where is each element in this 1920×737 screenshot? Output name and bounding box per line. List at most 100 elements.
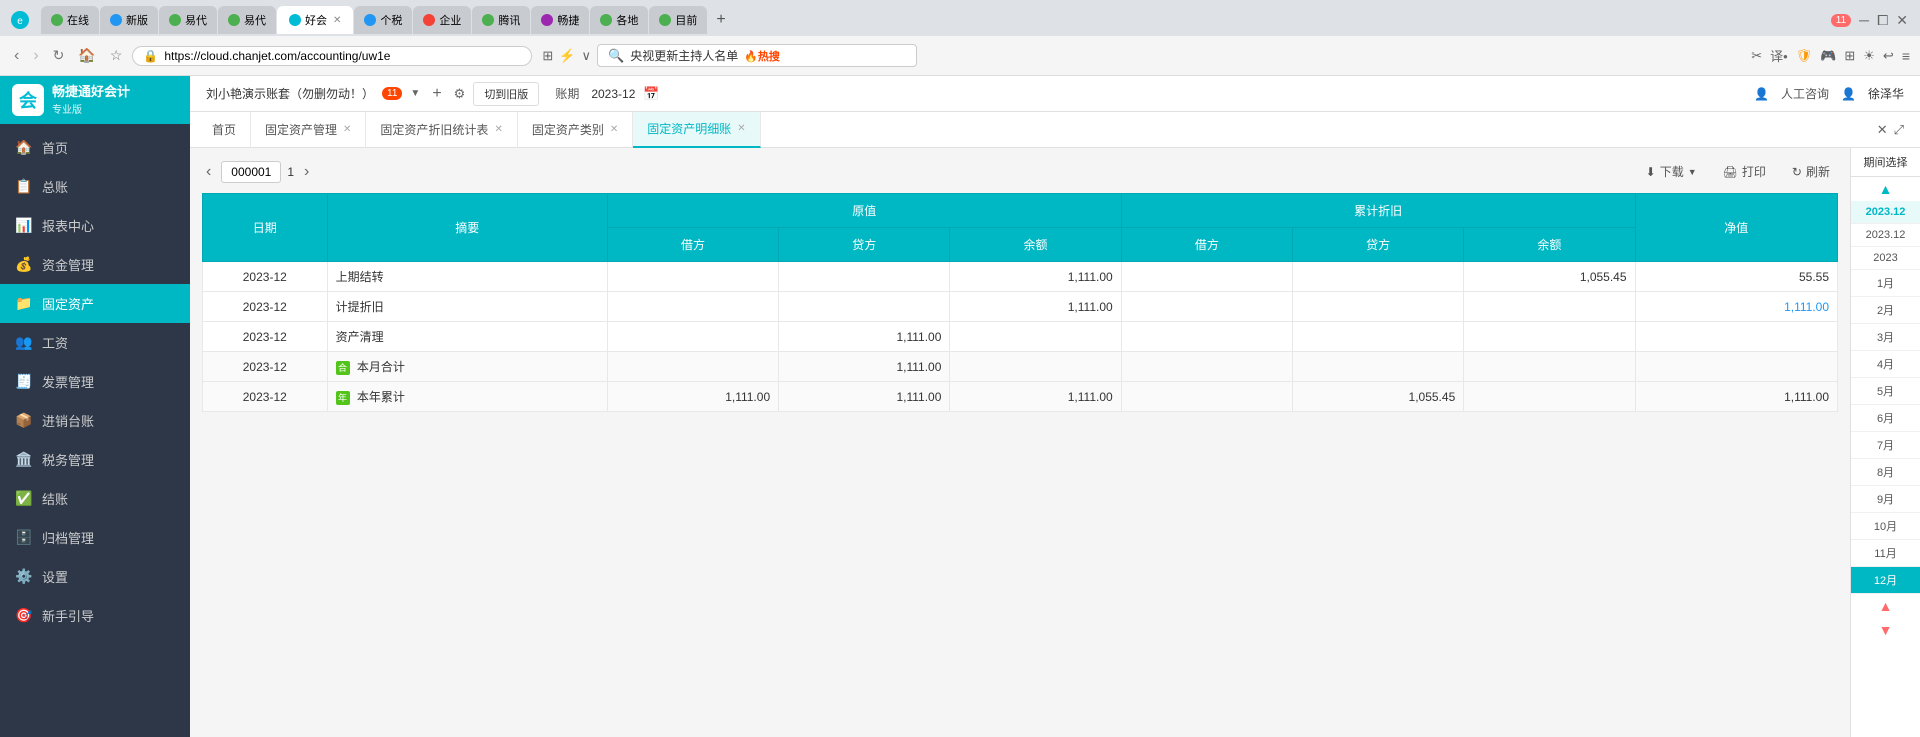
tab-close-icon[interactable]: ✕	[333, 15, 341, 26]
game-icon[interactable]: 🎮	[1820, 48, 1836, 64]
sidebar-item-settings[interactable]: ⚙️ 设置	[0, 557, 190, 596]
grid-icon[interactable]: ⊞	[1844, 48, 1855, 64]
nav-back-btn[interactable]: ‹	[10, 47, 23, 65]
browser-tab-gedi[interactable]: 各地	[590, 6, 648, 34]
sidebar-item-general-ledger[interactable]: 📋 总账	[0, 167, 190, 206]
browser-tab-qiye[interactable]: 企业	[413, 6, 471, 34]
print-label: 打印	[1742, 163, 1766, 180]
period-label: 2月	[1877, 305, 1894, 317]
period-label: 7月	[1877, 440, 1894, 452]
period-item-2023[interactable]: 2023	[1851, 247, 1920, 270]
browser-tab-haohui[interactable]: 好会 ✕	[277, 6, 353, 34]
nav-home-btn[interactable]: 🏠	[74, 47, 99, 64]
tab-close-icon[interactable]: ✕	[494, 124, 502, 135]
settings-gear-icon[interactable]: ⚙	[454, 86, 466, 102]
sidebar-item-tax[interactable]: 🏛️ 税务管理	[0, 440, 190, 479]
calendar-icon[interactable]: 📅	[643, 86, 659, 102]
tab-close-icon[interactable]: ✕	[737, 123, 745, 134]
cell-summary: 资产清理	[327, 322, 607, 352]
shield-icon[interactable]: 🛡	[1796, 48, 1813, 64]
browser-tab-yidai1[interactable]: 易代	[159, 6, 217, 34]
next-page-btn[interactable]: ›	[300, 163, 313, 181]
browser-tab-geshui[interactable]: 个税	[354, 6, 412, 34]
tab-fixed-asset-mgmt[interactable]: 固定资产管理 ✕	[251, 112, 366, 148]
period-scroll-up2-btn[interactable]: ▲	[1851, 594, 1920, 618]
sidebar-item-settlement[interactable]: ✅ 结账	[0, 479, 190, 518]
sun-icon[interactable]: ☀	[1863, 48, 1875, 64]
period-item-dec[interactable]: 12月	[1851, 567, 1920, 594]
add-account-btn[interactable]: +	[428, 85, 445, 103]
user-name[interactable]: 徐泽华	[1868, 85, 1904, 102]
dropdown-icon[interactable]: ▼	[410, 88, 420, 99]
sidebar-item-fixed-assets[interactable]: 📁 固定资产	[0, 284, 190, 323]
browser-tab-tencent[interactable]: 腾讯	[472, 6, 530, 34]
nav-forward-btn[interactable]: ›	[29, 47, 42, 65]
window-close-btn[interactable]: ✕	[1896, 12, 1908, 29]
period-item-sep[interactable]: 9月	[1851, 486, 1920, 513]
sidebar-item-fund-mgmt[interactable]: 💰 资金管理	[0, 245, 190, 284]
sidebar-item-home[interactable]: 🏠 首页	[0, 128, 190, 167]
period-label: 8月	[1877, 467, 1894, 479]
sidebar-item-guide[interactable]: 🎯 新手引导	[0, 596, 190, 635]
tab-asset-ledger[interactable]: 固定资产明细账 ✕	[633, 112, 760, 148]
period-item-apr[interactable]: 4月	[1851, 351, 1920, 378]
tab-close-icon[interactable]: ✕	[610, 124, 618, 135]
address-input[interactable]	[164, 49, 521, 63]
print-btn[interactable]: 🖨 打印	[1715, 160, 1774, 183]
refresh-btn[interactable]: ↻ 刷新	[1784, 160, 1838, 183]
tax-icon: 🏛️	[16, 452, 32, 468]
tab-panel-maximize-btn[interactable]: ⤢	[1894, 122, 1904, 138]
tab-asset-category[interactable]: 固定资产类别 ✕	[518, 112, 633, 148]
browser-tab-zaixian[interactable]: 在线	[41, 6, 99, 34]
sidebar-item-purchase-sale[interactable]: 📦 进销台账	[0, 401, 190, 440]
period-item-nov[interactable]: 11月	[1851, 540, 1920, 567]
th-accumulated-depreciation: 累计折旧	[1121, 194, 1635, 228]
history-back-icon[interactable]: ↩	[1883, 48, 1894, 64]
cell-summary: 计提折旧	[327, 292, 607, 322]
tab-home[interactable]: 首页	[198, 112, 251, 148]
browser-tab-xinban[interactable]: 新版	[100, 6, 158, 34]
period-item-may[interactable]: 5月	[1851, 378, 1920, 405]
sidebar-item-payroll[interactable]: 👥 工资	[0, 323, 190, 362]
scissors-icon[interactable]: ✂	[1751, 48, 1762, 64]
summary-text: 资产清理	[336, 330, 384, 344]
period-item-mar[interactable]: 3月	[1851, 324, 1920, 351]
period-item-2023-12-sub[interactable]: 2023.12	[1851, 224, 1920, 247]
tab-depreciation-stats[interactable]: 固定资产折旧统计表 ✕	[366, 112, 517, 148]
period-item-oct[interactable]: 10月	[1851, 513, 1920, 540]
window-restore-btn[interactable]: ⧠	[1877, 12, 1888, 29]
new-tab-btn[interactable]: +	[708, 11, 733, 29]
browser-tab-changjie[interactable]: 畅捷	[531, 6, 589, 34]
tab-close-icon[interactable]: ✕	[343, 124, 351, 135]
th-net-value: 净值	[1635, 194, 1837, 262]
browser-tab-yidai2[interactable]: 易代	[218, 6, 276, 34]
sidebar-item-invoice[interactable]: 🧾 发票管理	[0, 362, 190, 401]
period-item-feb[interactable]: 2月	[1851, 297, 1920, 324]
period-item-aug[interactable]: 8月	[1851, 459, 1920, 486]
sidebar-item-reports[interactable]: 📊 报表中心	[0, 206, 190, 245]
period-item-2023-12-top[interactable]: 2023.12	[1851, 201, 1920, 224]
switch-version-btn[interactable]: 切到旧版	[473, 82, 539, 106]
window-minimize-btn[interactable]: ─	[1859, 12, 1869, 28]
menu-icon[interactable]: ≡	[1902, 48, 1910, 64]
th-accum-balance: 余额	[1464, 228, 1635, 262]
period-scroll-down-btn[interactable]: ▼	[1851, 618, 1920, 642]
prev-page-btn[interactable]: ‹	[202, 163, 215, 181]
period-item-jul[interactable]: 7月	[1851, 432, 1920, 459]
th-accum-credit: 贷方	[1292, 228, 1463, 262]
expand-icon[interactable]: ∨	[581, 48, 591, 64]
browser-tab-muqian[interactable]: 目前	[649, 6, 707, 34]
period-item-jun[interactable]: 6月	[1851, 405, 1920, 432]
nav-refresh-btn[interactable]: ↻	[49, 47, 69, 64]
tab-label: 在线	[67, 12, 89, 28]
download-btn[interactable]: ⬇ 下载 ▼	[1638, 160, 1705, 183]
translate-icon[interactable]: 译•	[1770, 46, 1788, 65]
sidebar-item-archive[interactable]: 🗄️ 归档管理	[0, 518, 190, 557]
page-number-input[interactable]	[221, 161, 281, 183]
period-scroll-up-btn[interactable]: ▲	[1851, 177, 1920, 201]
period-label: 9月	[1877, 494, 1894, 506]
help-label[interactable]: 人工咨询	[1781, 85, 1829, 102]
tab-panel-close-btn[interactable]: ✕	[1877, 122, 1888, 138]
nav-bookmark-btn[interactable]: ☆	[106, 47, 127, 64]
period-item-jan[interactable]: 1月	[1851, 270, 1920, 297]
